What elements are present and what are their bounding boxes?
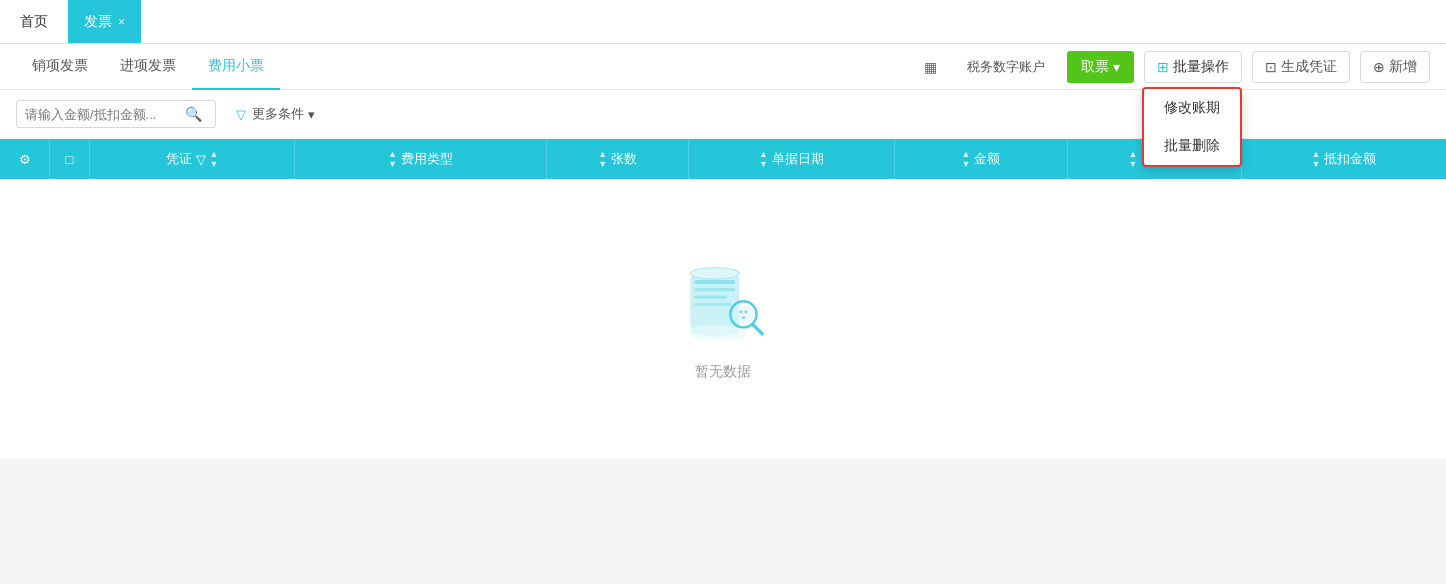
th-amount-sort[interactable]: ▲▼ [961, 150, 970, 169]
sub-nav-right: ▦ 税务数字账户 取票 ▾ ⊞ 批量操作 修改账期 批量删除 ⊡ 生成凭证 ⊕ … [915, 51, 1430, 83]
more-filter-arrow-icon: ▾ [308, 107, 315, 122]
th-expense-type-label: 费用类型 [401, 150, 453, 168]
th-deduct-amount-sort[interactable]: ▲▼ [1311, 150, 1320, 169]
svg-line-11 [752, 324, 762, 334]
generate-icon: ⊡ [1265, 59, 1277, 75]
tab-sales-invoice[interactable]: 销项发票 [16, 44, 104, 90]
th-amount-label: 金额 [974, 150, 1000, 168]
add-label: 新增 [1389, 58, 1417, 76]
tax-account-button[interactable]: 税务数字账户 [955, 52, 1057, 82]
svg-point-10 [734, 304, 754, 324]
th-deduct-rate-sort[interactable]: ▲▼ [1129, 150, 1138, 169]
generate-label: 生成凭证 [1281, 58, 1337, 76]
empty-text: 暂无数据 [695, 363, 751, 381]
empty-state: 暂无数据 [0, 179, 1446, 459]
th-count-sort[interactable]: ▲▼ [598, 150, 607, 169]
batch-btn-wrap: ⊞ 批量操作 修改账期 批量删除 [1144, 51, 1242, 83]
svg-point-12 [739, 310, 742, 313]
th-date-label: 单据日期 [772, 150, 824, 168]
batch-delete-item[interactable]: 批量删除 [1144, 127, 1240, 165]
th-voucher-filter-icon[interactable]: ▽ [196, 152, 206, 167]
th-amount: ▲▼ 金额 [895, 139, 1069, 179]
batch-icon: ⊞ [1157, 59, 1169, 75]
search-wrap: 🔍 [16, 100, 216, 128]
th-date: ▲▼ 单据日期 [689, 139, 894, 179]
quepiao-arrow-icon: ▾ [1113, 59, 1120, 75]
th-date-sort[interactable]: ▲▼ [759, 150, 768, 169]
svg-rect-2 [694, 280, 735, 284]
empty-icon [673, 257, 773, 347]
th-deduct-amount: ▲▼ 抵扣金额 [1242, 139, 1446, 179]
quepiao-label: 取票 [1081, 58, 1109, 76]
th-settings[interactable]: ⚙ [0, 139, 50, 179]
svg-point-14 [742, 316, 745, 319]
generate-voucher-button[interactable]: ⊡ 生成凭证 [1252, 51, 1350, 83]
svg-point-8 [690, 325, 739, 336]
svg-rect-4 [694, 295, 727, 298]
th-checkbox[interactable]: □ [50, 139, 90, 179]
th-count-label: 张数 [611, 150, 637, 168]
tab-expense-receipt[interactable]: 费用小票 [192, 44, 280, 90]
modify-period-item[interactable]: 修改账期 [1144, 89, 1240, 127]
nav-tab-invoice[interactable]: 发票 × [68, 0, 141, 43]
top-nav: 首页 发票 × [0, 0, 1446, 44]
svg-rect-3 [694, 288, 735, 291]
add-icon: ⊕ [1373, 59, 1385, 75]
batch-label: 批量操作 [1173, 58, 1229, 76]
svg-rect-5 [694, 303, 731, 306]
add-button[interactable]: ⊕ 新增 [1360, 51, 1430, 83]
more-filter-button[interactable]: ▽ 更多条件 ▾ [228, 100, 323, 128]
search-input[interactable] [25, 107, 185, 122]
settings-icon: ⚙ [19, 152, 31, 167]
tab-purchase-invoice[interactable]: 进项发票 [104, 44, 192, 90]
nav-tab-label: 发票 [84, 13, 112, 31]
filter-icon: ▽ [236, 107, 246, 122]
checkbox-icon: □ [66, 152, 74, 167]
th-voucher-sort[interactable]: ▲▼ [210, 150, 219, 169]
nav-tab-close[interactable]: × [118, 15, 125, 29]
th-voucher-label: 凭证 [166, 150, 192, 168]
search-icon[interactable]: 🔍 [185, 106, 202, 122]
th-expense-sort[interactable]: ▲▼ [388, 150, 397, 169]
sub-nav-left: 销项发票 进项发票 费用小票 [16, 44, 280, 90]
quepiao-button[interactable]: 取票 ▾ [1067, 51, 1134, 83]
batch-dropdown-menu: 修改账期 批量删除 [1142, 87, 1242, 167]
nav-home[interactable]: 首页 [0, 0, 68, 43]
batch-operation-button[interactable]: ⊞ 批量操作 [1144, 51, 1242, 83]
th-voucher: 凭证 ▽ ▲▼ [90, 139, 295, 179]
qr-icon[interactable]: ▦ [915, 52, 945, 82]
th-expense-type: ▲▼ 费用类型 [295, 139, 547, 179]
th-count: ▲▼ 张数 [547, 139, 689, 179]
svg-point-13 [744, 310, 747, 313]
sub-nav: 销项发票 进项发票 费用小票 ▦ 税务数字账户 取票 ▾ ⊞ 批量操作 修改账期… [0, 44, 1446, 90]
th-deduct-amount-label: 抵扣金额 [1324, 150, 1376, 168]
more-filter-label: 更多条件 [252, 105, 304, 123]
